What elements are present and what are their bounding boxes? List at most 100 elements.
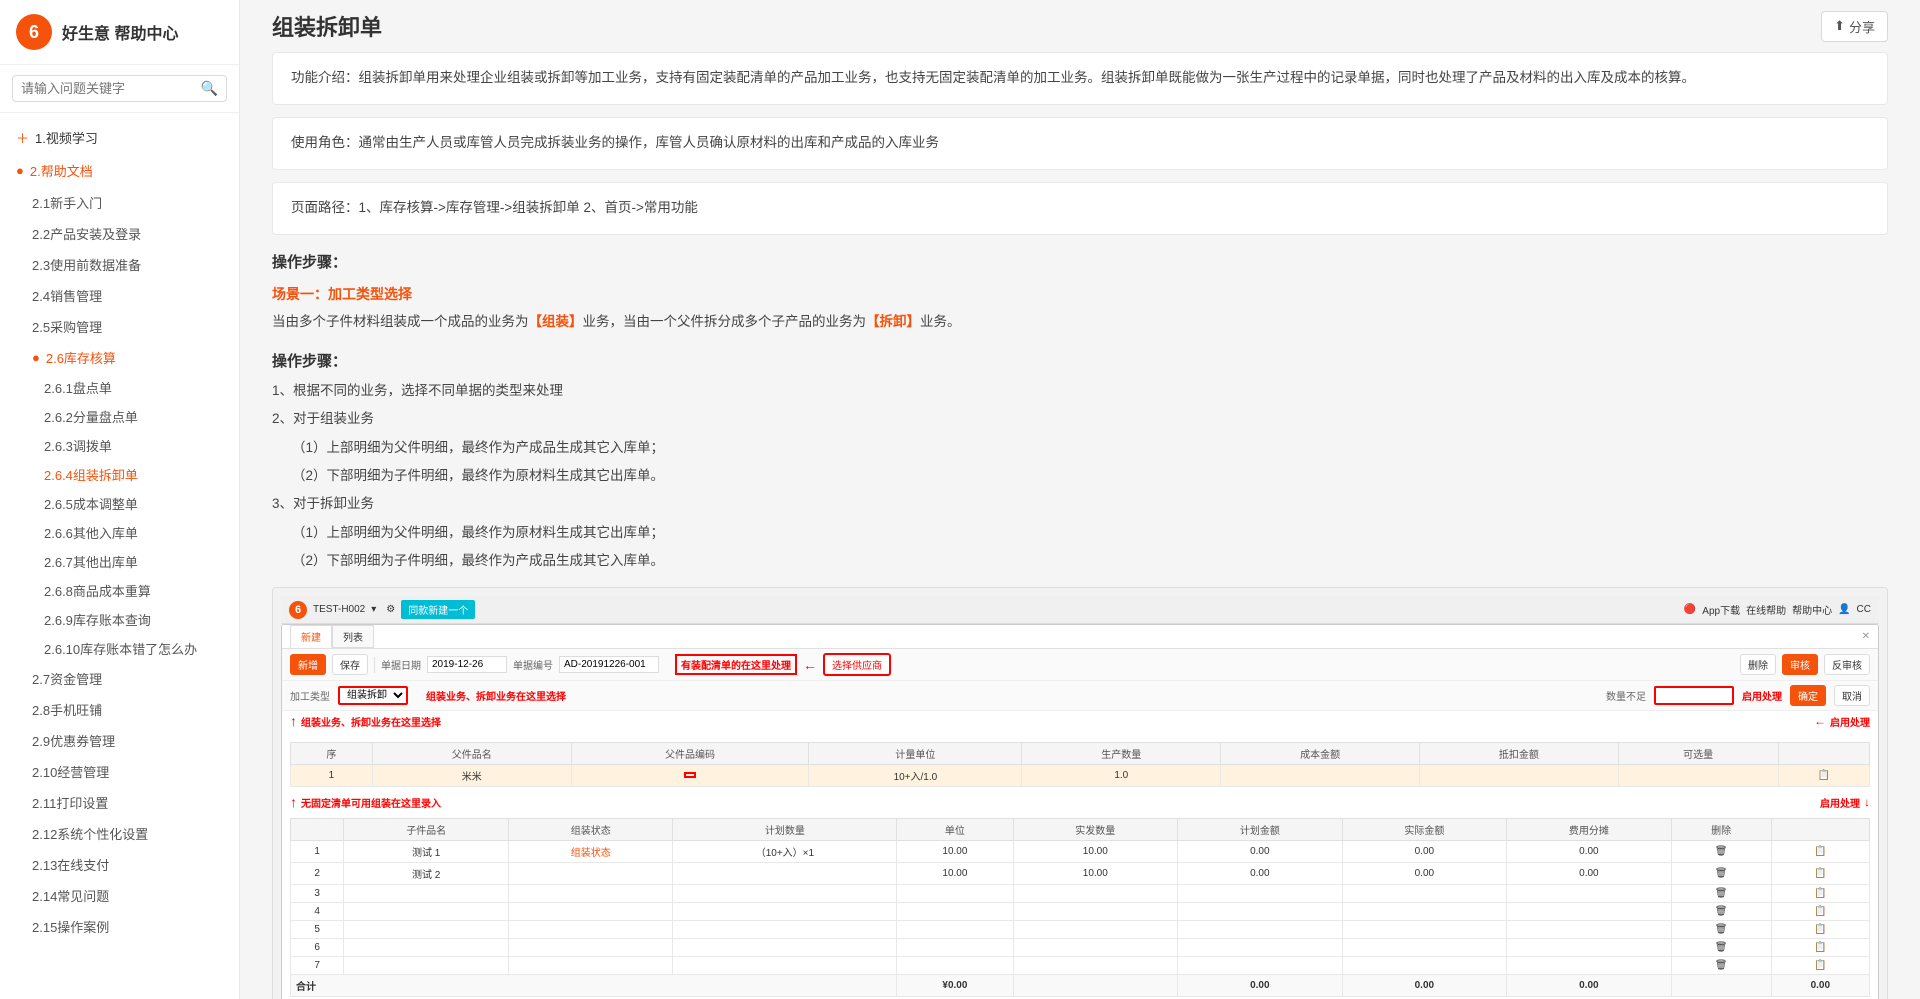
ss-col-seq: 序: [291, 743, 373, 765]
ss-empty7h: [1507, 957, 1672, 975]
ss-sub-cell-unit: 10.00: [897, 841, 1013, 863]
sidebar-item-purchase[interactable]: 2.5采购管理: [0, 311, 239, 342]
ss-empty5: [344, 921, 509, 939]
sidebar-item-other-outbound[interactable]: 2.6.7其他出库单: [0, 547, 239, 576]
ss-col-cost: 成本金额: [1221, 743, 1420, 765]
sidebar-item-video-learning[interactable]: ＋ 1.视频学习: [0, 121, 239, 154]
sidebar-item-sales[interactable]: 2.4销售管理: [0, 280, 239, 311]
sidebar-item-print[interactable]: 2.11打印设置: [0, 787, 239, 818]
ss-sub-col-unit: 单位: [897, 819, 1013, 841]
ss-empty4c: [673, 903, 897, 921]
ss-sub-cell-seq2: 2: [291, 863, 344, 885]
ss-tab-list[interactable]: 列表: [332, 625, 374, 648]
ss-btn-new[interactable]: 新增: [290, 654, 326, 675]
ss-totals-row: 合计 ¥0.00 0.00 0.00 0.00 0.00: [291, 975, 1870, 997]
sidebar-item-cases[interactable]: 2.15操作案例: [0, 911, 239, 942]
ss-btn-cancel[interactable]: 取消: [1834, 685, 1870, 706]
sidebar-sub-label: 2.13在线支付: [32, 855, 109, 874]
sidebar-item-assembly[interactable]: 2.6.4组装拆卸单: [0, 460, 239, 489]
ss-empty6h: [1507, 939, 1672, 957]
ss-empty4d: [897, 903, 1013, 921]
sidebar-item-online-pay[interactable]: 2.13在线支付: [0, 849, 239, 880]
sidebar-sub-label: 2.11打印设置: [32, 793, 108, 812]
ss-user-id: CC: [1857, 604, 1871, 615]
search-icon[interactable]: 🔍: [201, 80, 218, 97]
ss-sub-col-del: 删除: [1671, 819, 1771, 841]
ss-btn-delete[interactable]: 删除: [1740, 654, 1776, 675]
sidebar-item-help-docs[interactable]: ● 2.帮助文档: [0, 154, 239, 187]
ss-btn-confirm[interactable]: 确定: [1790, 685, 1826, 706]
ss-empty5i: 🗑: [1671, 921, 1771, 939]
ss-empty5e: [1013, 921, 1178, 939]
sidebar-item-partial-check[interactable]: 2.6.2分量盘点单: [0, 402, 239, 431]
nav-section-2: ● 2.帮助文档 2.1新手入门 2.2产品安装及登录 2.3使用前数据准备 2…: [0, 154, 239, 942]
sidebar-item-inventory[interactable]: ● 2.6库存核算: [0, 342, 239, 373]
sidebar-item-operations[interactable]: 2.10经营管理: [0, 756, 239, 787]
content-area: 功能介绍：组装拆卸单用来处理企业组装或拆卸等加工业务，支持有固定装配清单的产品加…: [240, 52, 1920, 999]
sidebar-item-data-prep[interactable]: 2.3使用前数据准备: [0, 249, 239, 280]
ss-qty-input[interactable]: [1654, 686, 1734, 705]
ss-doc-date-label: 单据日期: [381, 657, 421, 672]
ss-empty6d: [897, 939, 1013, 957]
ss-tab-new[interactable]: 新建: [290, 625, 332, 648]
ss-doc-no-input[interactable]: [559, 656, 659, 673]
sidebar-item-cost-recalc[interactable]: 2.6.8商品成本重算: [0, 576, 239, 605]
ss-empty5f: [1178, 921, 1343, 939]
sidebar-item-cost-adjust[interactable]: 2.6.5成本调整单: [0, 489, 239, 518]
ss-btn-review[interactable]: 审核: [1782, 654, 1818, 675]
ss-empty7f: [1178, 957, 1343, 975]
sidebar-item-other-inbound[interactable]: 2.6.6其他入库单: [0, 518, 239, 547]
ss-empty4b: [508, 903, 673, 921]
ss-sub-cell-del2: 🗑: [1671, 863, 1771, 885]
sidebar-item-transfer[interactable]: 2.6.3调拨单: [0, 431, 239, 460]
sidebar-item-ledger-error[interactable]: 2.6.10库存账本错了怎么办: [0, 634, 239, 663]
ss-total-alloc: 0.00: [1507, 975, 1672, 997]
ss-annot-assemble: 组装业务、拆卸业务在这里选择: [426, 688, 566, 703]
search-input[interactable]: [21, 81, 201, 96]
table-row: 5🗑📋: [291, 921, 1870, 939]
search-box: 🔍: [12, 75, 227, 102]
sidebar-item-ledger-query[interactable]: 2.6.9库存账本查询: [0, 605, 239, 634]
share-button[interactable]: ⬆ 分享: [1821, 11, 1888, 42]
ss-sub-cell-copy: 📋: [1771, 841, 1869, 863]
ss-type-select[interactable]: 组装拆卸 组装 拆卸: [338, 686, 408, 705]
ss-close-btn[interactable]: ✕: [1862, 631, 1870, 642]
ss-btn-save[interactable]: 保存: [332, 654, 368, 675]
sidebar-sub-label: 2.1新手入门: [32, 193, 102, 212]
ss-parent-table: 序 父件品名 父件品编码 计量单位 生产数量 成本金额 抵扣金额 可选量: [290, 742, 1870, 787]
sidebar-item-customize[interactable]: 2.12系统个性化设置: [0, 818, 239, 849]
sidebar-item-coupon[interactable]: 2.9优惠券管理: [0, 725, 239, 756]
ss-cell-seq: 1: [291, 765, 373, 787]
ss-arrow-down: ↓: [1864, 795, 1870, 809]
ss-settings-icon: ⚙: [386, 604, 395, 615]
ss-empty7c: [673, 957, 897, 975]
ss-col-prod-qty: 生产数量: [1022, 743, 1221, 765]
ss-bell-icon: 🔴: [1684, 604, 1696, 615]
sidebar-item-mobile[interactable]: 2.8手机旺铺: [0, 694, 239, 725]
ss-empty7j: 📋: [1771, 957, 1869, 975]
sidebar-item-faq[interactable]: 2.14常见问题: [0, 880, 239, 911]
sidebar-item-install[interactable]: 2.2产品安装及登录: [0, 218, 239, 249]
ss-total-extra: 0.00: [1771, 975, 1869, 997]
logo-text: 好生意 帮助中心: [62, 20, 178, 44]
sidebar-item-finance[interactable]: 2.7资金管理: [0, 663, 239, 694]
sidebar-item-inventory-check[interactable]: 2.6.1盘点单: [0, 373, 239, 402]
ss-btn-cancel-review[interactable]: 反审核: [1824, 654, 1870, 675]
plus-icon: ＋: [16, 128, 29, 147]
table-row: 7🗑📋: [291, 957, 1870, 975]
ss-doc-date-input[interactable]: [427, 656, 507, 673]
ss-sub-cell-actual-amt2: 0.00: [1342, 863, 1507, 885]
ops-heading: 操作步骤：: [272, 251, 1888, 272]
ss-annot-enable3: 启用处理: [1820, 795, 1860, 810]
sidebar-item-beginner[interactable]: 2.1新手入门: [0, 187, 239, 218]
ss-select-supplier-btn[interactable]: 选择供应商: [823, 653, 891, 676]
page-title: 组装拆卸单: [272, 10, 382, 42]
minus-icon: ●: [16, 163, 24, 178]
ss-annot-row: ↑ 组装业务、拆卸业务在这里选择 ← 启用处理: [282, 711, 1878, 731]
ss-empty4h: [1507, 903, 1672, 921]
ss-helper-text: 在线帮助: [1746, 602, 1786, 617]
sidebar-sub-label: 2.15操作案例: [32, 917, 109, 936]
step1: 1、根据不同的业务，选择不同单据的类型来处理: [272, 379, 1888, 403]
scene1-desc: 当由多个子件材料组装成一个成品的业务为【组装】业务，当由一个父件拆分成多个子产品…: [272, 310, 1888, 334]
screenshot-inner: 6 TEST-H002 ▾ ⚙ 同款新建一个 🔴 App下载 在线帮助 帮助中心…: [273, 588, 1887, 999]
